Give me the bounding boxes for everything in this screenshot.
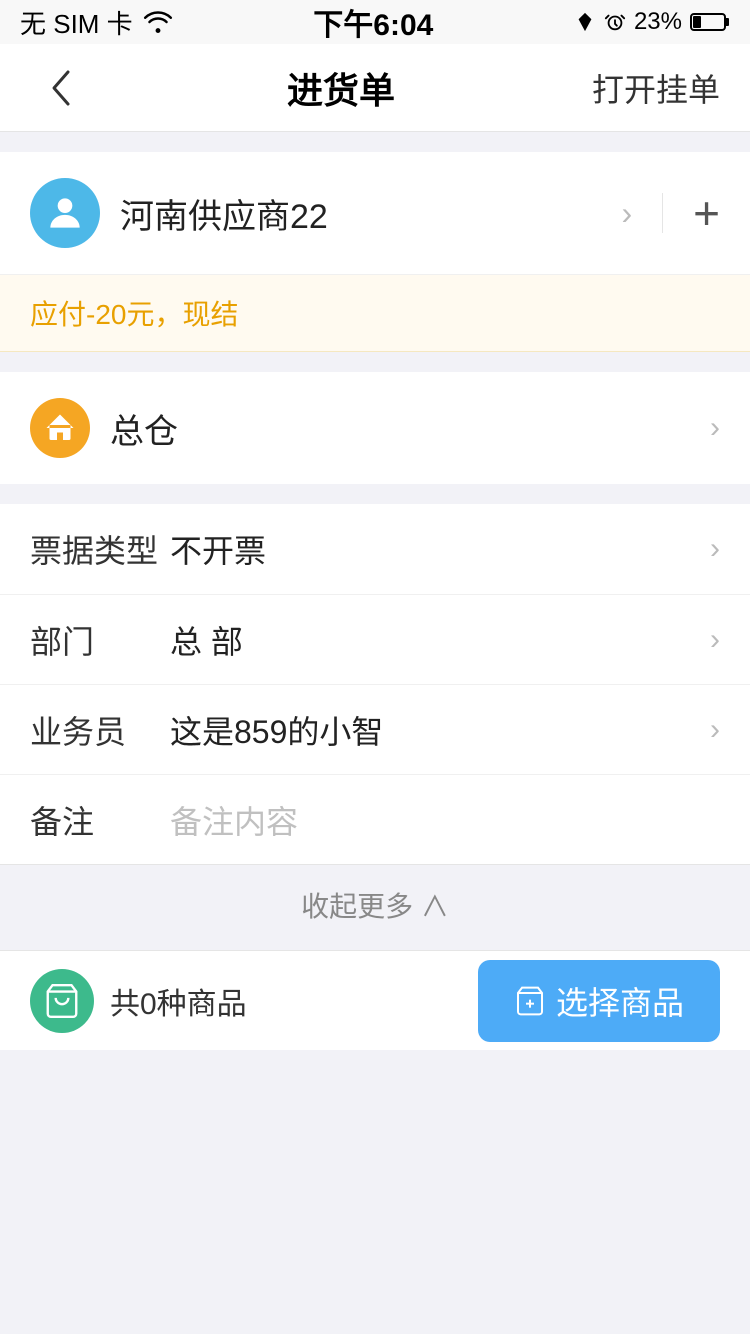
remark-row[interactable]: 备注 备注内容 <box>0 774 750 864</box>
separator-2 <box>0 352 750 372</box>
battery-text: 23% <box>634 8 682 36</box>
location-icon <box>574 11 596 33</box>
product-count-text: 共0种商品 <box>110 979 478 1023</box>
warehouse-chevron-icon: › <box>710 411 720 445</box>
invoice-type-row[interactable]: 票据类型 不开票 › <box>0 504 750 594</box>
nav-bar: 进货单 打开挂单 <box>0 44 750 132</box>
page-title: 进货单 <box>287 62 395 114</box>
department-value: 总 部 <box>170 617 710 663</box>
supplier-section: 河南供应商22 › + 应付-20元，现结 <box>0 152 750 352</box>
separator-1 <box>0 132 750 152</box>
status-time: 下午6:04 <box>313 0 433 44</box>
select-product-button[interactable]: 选择商品 <box>478 960 720 1042</box>
supplier-chevron-icon: › <box>621 195 632 232</box>
warehouse-row[interactable]: 总仓 › <box>0 372 750 484</box>
salesperson-value: 这是859的小智 <box>170 707 710 753</box>
carrier-text: 无 SIM 卡 <box>20 4 133 41</box>
status-carrier: 无 SIM 卡 <box>20 4 173 41</box>
cart-icon <box>514 985 546 1017</box>
warehouse-section: 总仓 › <box>0 372 750 484</box>
separator-3 <box>0 484 750 504</box>
collapse-row[interactable]: 收起更多 ∧ <box>0 864 750 944</box>
status-icons: 23% <box>574 8 730 36</box>
department-chevron: › <box>710 623 720 657</box>
wifi-icon <box>143 11 173 33</box>
supplier-name: 河南供应商22 <box>120 189 621 238</box>
supplier-avatar <box>30 178 100 248</box>
invoice-type-label: 票据类型 <box>30 526 170 572</box>
warehouse-name: 总仓 <box>110 404 710 453</box>
bottom-bar: 共0种商品 选择商品 <box>0 950 750 1050</box>
supplier-row[interactable]: 河南供应商22 › + <box>0 152 750 275</box>
add-supplier-button[interactable]: + <box>693 190 720 236</box>
home-icon <box>42 410 78 446</box>
department-row[interactable]: 部门 总 部 › <box>0 594 750 684</box>
form-section: 票据类型 不开票 › 部门 总 部 › 业务员 这是859的小智 › 备注 备注… <box>0 504 750 864</box>
open-pending-button[interactable]: 打开挂单 <box>592 65 720 111</box>
select-product-label: 选择商品 <box>556 978 684 1024</box>
battery-icon <box>690 11 730 33</box>
supplier-divider <box>662 193 663 233</box>
invoice-type-value: 不开票 <box>170 526 710 572</box>
status-bar: 无 SIM 卡 下午6:04 23% <box>0 0 750 44</box>
remark-label: 备注 <box>30 797 170 843</box>
notice-text: 应付-20元，现结 <box>30 299 238 330</box>
salesperson-row[interactable]: 业务员 这是859的小智 › <box>0 684 750 774</box>
person-icon <box>43 191 87 235</box>
collapse-text: 收起更多 ∧ <box>301 885 449 925</box>
back-button[interactable] <box>30 68 90 108</box>
salesperson-label: 业务员 <box>30 707 170 753</box>
remark-input[interactable]: 备注内容 <box>170 797 720 843</box>
invoice-type-chevron: › <box>710 532 720 566</box>
product-icon-circle <box>30 969 94 1033</box>
notice-row: 应付-20元，现结 <box>0 275 750 352</box>
shopping-bag-icon <box>43 982 81 1020</box>
department-label: 部门 <box>30 617 170 663</box>
warehouse-icon <box>30 398 90 458</box>
separator-4 <box>0 944 750 948</box>
alarm-icon <box>604 11 626 33</box>
salesperson-chevron: › <box>710 713 720 747</box>
